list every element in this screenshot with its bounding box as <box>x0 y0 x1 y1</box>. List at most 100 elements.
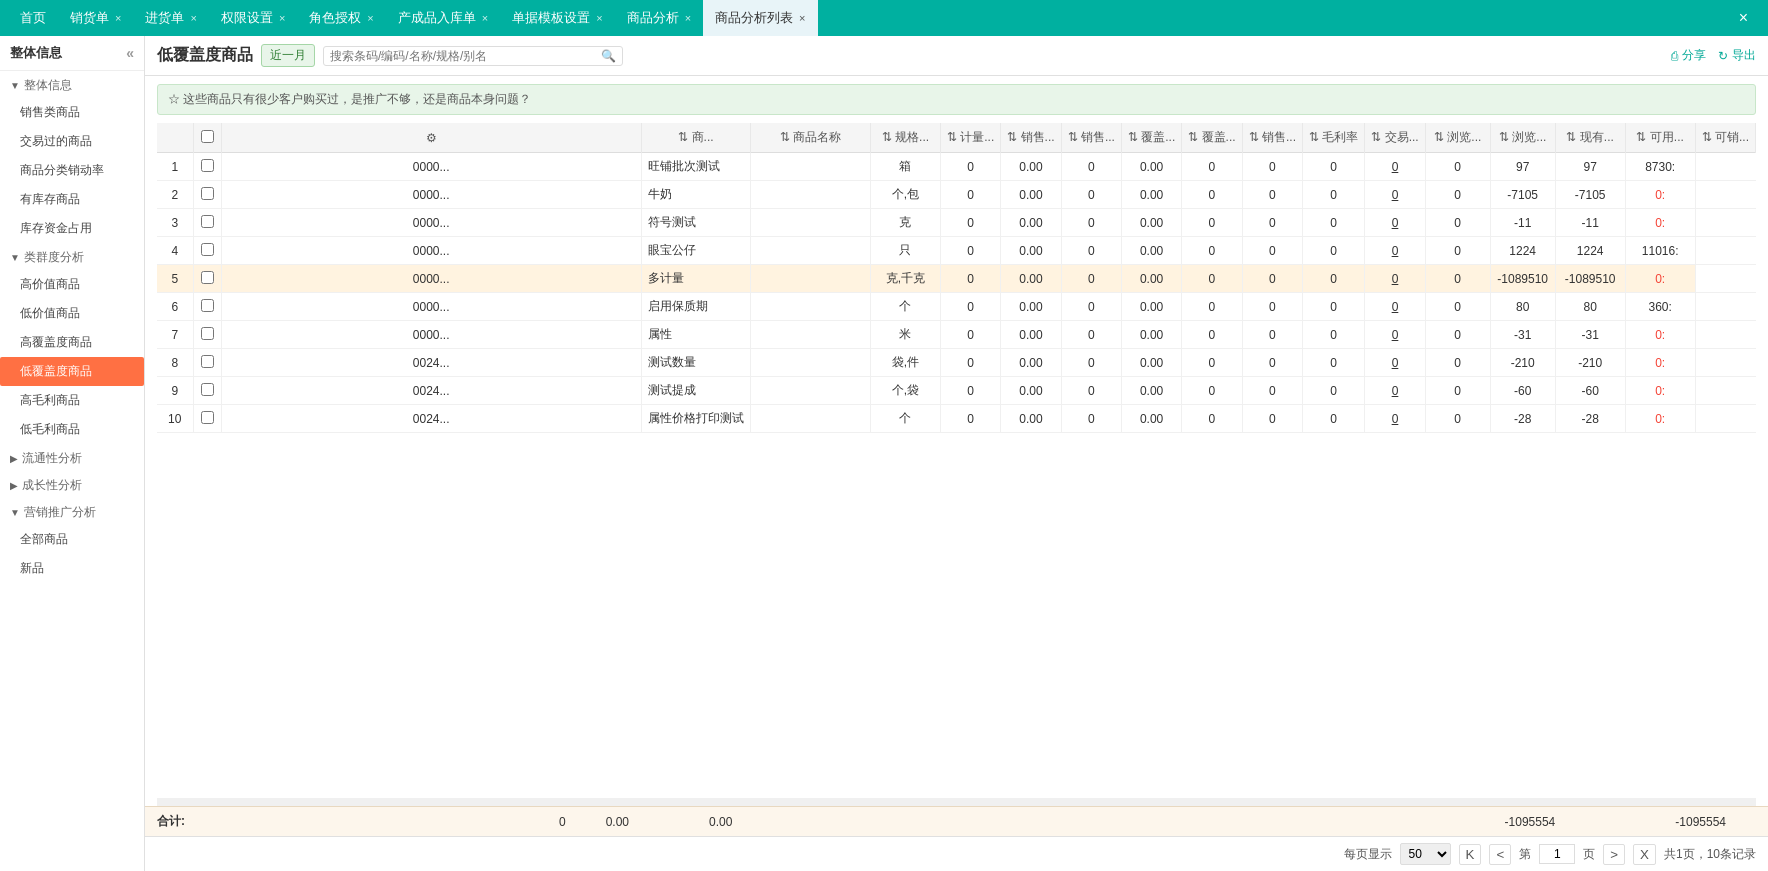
row-checkbox[interactable] <box>201 411 214 424</box>
th-avail[interactable]: ⇅ 可销... <box>1695 123 1755 153</box>
cell-browse1[interactable]: 0 <box>1365 209 1425 237</box>
th-unit[interactable]: ⇅ 计量... <box>940 123 1000 153</box>
sidebar-item-stock-capital[interactable]: 库存资金占用 <box>0 214 144 243</box>
th-stock1[interactable]: ⇅ 现有... <box>1555 123 1625 153</box>
th-browse2[interactable]: ⇅ 浏览... <box>1490 123 1555 153</box>
nav-permissions-close[interactable]: × <box>279 12 285 24</box>
nav-sales-close[interactable]: × <box>115 12 121 24</box>
th-gross[interactable]: ⇅ 毛利率 <box>1302 123 1364 153</box>
footer-sales-count: 0 <box>559 815 566 829</box>
nav-analysis[interactable]: 商品分析 × <box>615 0 703 36</box>
cell-browse1[interactable]: 0 <box>1365 293 1425 321</box>
nav-finished-goods[interactable]: 产成品入库单 × <box>386 0 500 36</box>
th-trade[interactable]: ⇅ 交易... <box>1365 123 1425 153</box>
cell-cover1: 0 <box>1061 181 1121 209</box>
row-checkbox[interactable] <box>201 187 214 200</box>
cell-browse1[interactable]: 0 <box>1365 405 1425 433</box>
nav-roles-close[interactable]: × <box>367 12 373 24</box>
sidebar-collapse-button[interactable]: « <box>126 45 134 61</box>
nav-permissions[interactable]: 权限设置 × <box>209 0 297 36</box>
cell-browse1[interactable]: 0 <box>1365 265 1425 293</box>
cell-name: 牛奶 <box>641 181 750 209</box>
th-num <box>157 123 193 153</box>
row-checkbox[interactable] <box>201 355 214 368</box>
th-spec[interactable]: ⇅ 规格... <box>870 123 940 153</box>
sidebar-item-high-margin[interactable]: 高毛利商品 <box>0 386 144 415</box>
nav-analysis-list[interactable]: 商品分析列表 × <box>703 0 817 36</box>
cell-sales-amt: 0.00 <box>1001 293 1061 321</box>
sidebar-item-high-coverage[interactable]: 高覆盖度商品 <box>0 328 144 357</box>
sidebar-item-sales-goods[interactable]: 销售类商品 <box>0 98 144 127</box>
sidebar-group-overview[interactable]: ▼ 整体信息 <box>0 71 144 98</box>
row-checkbox[interactable] <box>201 383 214 396</box>
nav-template-close[interactable]: × <box>596 12 602 24</box>
page-number-input[interactable] <box>1539 844 1575 864</box>
th-sku[interactable]: ⇅ 商... <box>641 123 750 153</box>
sidebar-item-low-coverage[interactable]: 低覆盖度商品 <box>0 357 144 386</box>
row-checkbox[interactable] <box>201 327 214 340</box>
nav-purchase[interactable]: 进货单 × <box>133 0 208 36</box>
th-browse1[interactable]: ⇅ 浏览... <box>1425 123 1490 153</box>
sort-icon-b2: ⇅ <box>1499 130 1509 144</box>
select-all-checkbox[interactable] <box>201 130 214 143</box>
cell-browse1[interactable]: 0 <box>1365 321 1425 349</box>
nav-analysis-close[interactable]: × <box>685 12 691 24</box>
sidebar-item-category-rate[interactable]: 商品分类销动率 <box>0 156 144 185</box>
th-stock2[interactable]: ⇅ 可用... <box>1625 123 1695 153</box>
last-page-button[interactable]: X <box>1633 844 1656 865</box>
sidebar-group-growth[interactable]: ▶ 成长性分析 <box>0 471 144 498</box>
sort-icon-s1: ⇅ <box>1566 130 1576 144</box>
nav-analysis-list-close[interactable]: × <box>799 12 805 24</box>
sidebar-item-new-goods[interactable]: 新品 <box>0 554 144 583</box>
cell-browse1[interactable]: 0 <box>1365 181 1425 209</box>
nav-purchase-close[interactable]: × <box>190 12 196 24</box>
cell-check <box>193 237 221 265</box>
th-name[interactable]: ⇅ 商品名称 <box>750 123 870 153</box>
page-size-select[interactable]: 50 100 200 <box>1400 843 1451 865</box>
cell-trade: 0 <box>1302 377 1364 405</box>
row-checkbox[interactable] <box>201 159 214 172</box>
nav-roles[interactable]: 角色授权 × <box>297 0 385 36</box>
row-checkbox[interactable] <box>201 271 214 284</box>
search-input[interactable] <box>330 49 601 63</box>
filter-period-button[interactable]: 近一月 <box>261 44 315 67</box>
prev-page-button[interactable]: < <box>1489 844 1511 865</box>
cell-browse1[interactable]: 0 <box>1365 153 1425 181</box>
th-cover1[interactable]: ⇅ 覆盖... <box>1121 123 1181 153</box>
next-page-button[interactable]: > <box>1603 844 1625 865</box>
row-checkbox[interactable] <box>201 215 214 228</box>
first-page-button[interactable]: K <box>1459 844 1482 865</box>
notice-text: ☆ 这些商品只有很少客户购买过，是推广不够，还是商品本身问题？ <box>168 91 531 108</box>
cell-browse1[interactable]: 0 <box>1365 377 1425 405</box>
th-sales-amt[interactable]: ⇅ 销售... <box>1061 123 1121 153</box>
th-sales-count[interactable]: ⇅ 销售... <box>1001 123 1061 153</box>
sidebar-title: 整体信息 <box>10 44 62 62</box>
data-table-container[interactable]: ⚙ ⇅ 商... ⇅ 商品名称 ⇅ 规格... ⇅ 计量... ⇅ 销售... … <box>157 123 1756 798</box>
row-checkbox[interactable] <box>201 299 214 312</box>
sidebar-group-marketing[interactable]: ▼ 营销推广分析 <box>0 498 144 525</box>
window-close-button[interactable]: × <box>1727 9 1760 27</box>
nav-sales[interactable]: 销货单 × <box>58 0 133 36</box>
sidebar-item-traded-goods[interactable]: 交易过的商品 <box>0 127 144 156</box>
nav-finished-close[interactable]: × <box>482 12 488 24</box>
cell-unit: 个 <box>870 293 940 321</box>
sidebar-group-cluster[interactable]: ▼ 类群度分析 <box>0 243 144 270</box>
sidebar-item-low-value[interactable]: 低价值商品 <box>0 299 144 328</box>
sidebar-item-all-goods[interactable]: 全部商品 <box>0 525 144 554</box>
sidebar-group-circulation[interactable]: ▶ 流通性分析 <box>0 444 144 471</box>
sidebar-item-high-value[interactable]: 高价值商品 <box>0 270 144 299</box>
nav-template[interactable]: 单据模板设置 × <box>500 0 614 36</box>
th-settings[interactable]: ⚙ <box>221 123 641 153</box>
export-button[interactable]: ↻ 导出 <box>1718 47 1756 64</box>
sidebar-item-stock-goods[interactable]: 有库存商品 <box>0 185 144 214</box>
cell-browse1[interactable]: 0 <box>1365 349 1425 377</box>
nav-home[interactable]: 首页 <box>8 0 58 36</box>
sidebar-item-low-margin[interactable]: 低毛利商品 <box>0 415 144 444</box>
cell-browse1[interactable]: 0 <box>1365 237 1425 265</box>
share-button[interactable]: ⎙ 分享 <box>1671 47 1706 64</box>
th-sell-count[interactable]: ⇅ 销售... <box>1242 123 1302 153</box>
row-checkbox[interactable] <box>201 243 214 256</box>
search-icon[interactable]: 🔍 <box>601 49 616 63</box>
th-cover2[interactable]: ⇅ 覆盖... <box>1182 123 1242 153</box>
horizontal-scrollbar[interactable] <box>157 798 1756 806</box>
